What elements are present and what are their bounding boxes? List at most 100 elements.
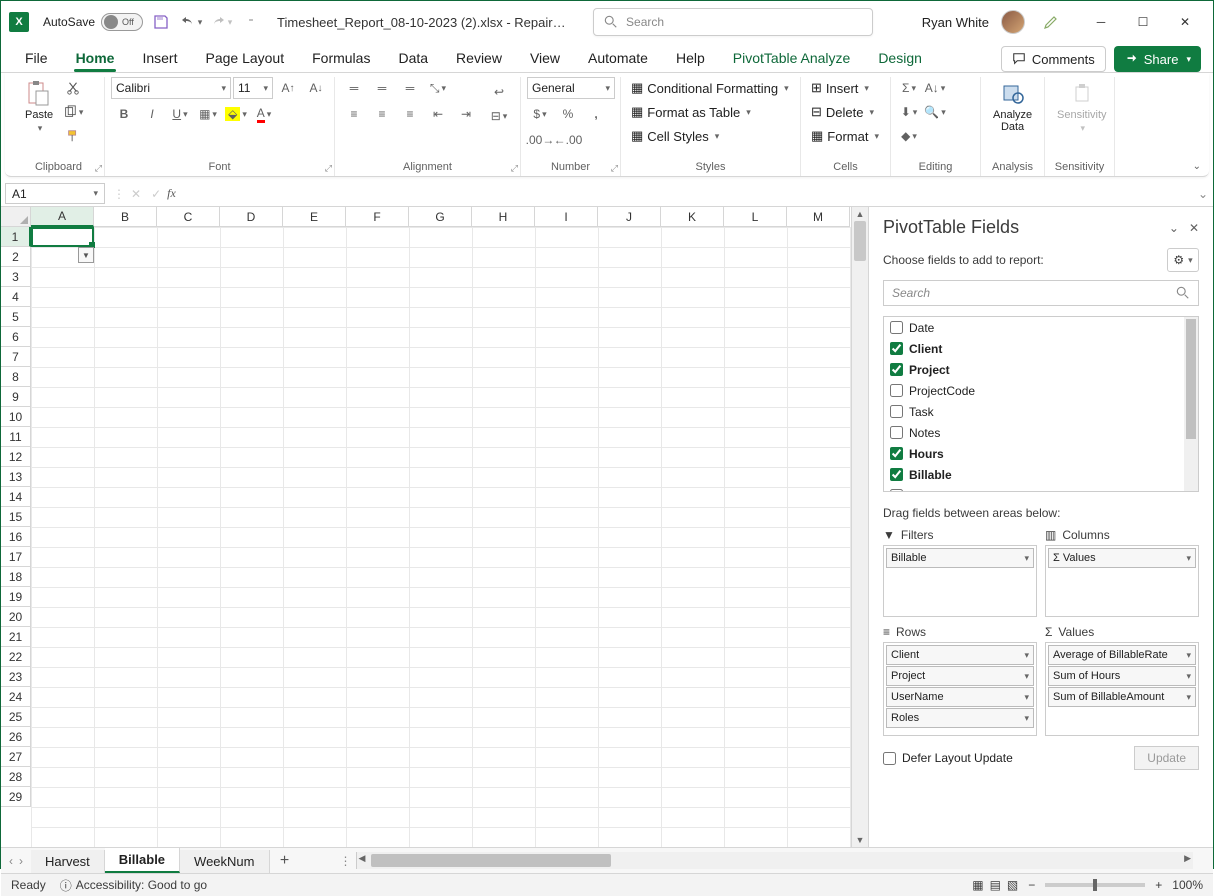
chevron-down-icon[interactable]: ▾ [1186,692,1191,703]
row-header[interactable]: 7 [1,347,31,367]
fill-icon[interactable]: ⬇▾ [897,101,921,123]
maximize-button[interactable]: ☐ [1123,8,1163,36]
page-break-view-icon[interactable]: ▧ [1007,878,1018,892]
chevron-down-icon[interactable]: ▾ [1186,650,1191,661]
zoom-level[interactable]: 100% [1172,878,1203,892]
align-center-icon[interactable]: ≡ [369,103,395,125]
area-item[interactable]: Project▾ [886,666,1034,686]
field-row[interactable]: Billable [884,464,1184,485]
save-icon[interactable] [149,10,173,34]
sheet-tab[interactable]: WeekNum [180,850,269,873]
row-header[interactable]: 22 [1,647,31,667]
sensitivity-button[interactable]: Sensitivity ▾ [1051,77,1113,136]
field-row[interactable]: Task [884,401,1184,422]
page-layout-view-icon[interactable]: ▤ [990,878,1001,892]
field-row[interactable]: Project [884,359,1184,380]
field-row[interactable]: Notes [884,422,1184,443]
area-item[interactable]: Roles▾ [886,708,1034,728]
chevron-down-icon[interactable]: ▾ [1024,671,1029,682]
autosum-icon[interactable]: Σ▾ [897,77,921,99]
sheet-options-icon[interactable]: ⋮ [340,854,352,868]
autosave-toggle[interactable]: Off [101,13,143,31]
decrease-indent-icon[interactable]: ⇤ [425,103,451,125]
row-header[interactable]: 11 [1,427,31,447]
clear-icon[interactable]: ◆▾ [897,125,921,147]
column-header[interactable]: E [283,207,346,227]
sort-filter-icon[interactable]: A↓▾ [923,77,947,99]
row-header[interactable]: 20 [1,607,31,627]
pane-settings-button[interactable]: ⚙▾ [1167,248,1199,272]
columns-area[interactable]: Σ Values▾ [1045,545,1199,617]
field-checkbox[interactable] [890,489,903,492]
update-button[interactable]: Update [1134,746,1199,770]
values-area[interactable]: Average of BillableRate▾Sum of Hours▾Sum… [1045,642,1199,736]
field-checkbox[interactable] [890,363,903,376]
row-header[interactable]: 8 [1,367,31,387]
horizontal-scrollbar[interactable]: ◀ ▶ [356,852,1194,869]
close-button[interactable]: ✕ [1165,8,1205,36]
sheet-tab[interactable]: Billable [105,848,180,873]
formula-input[interactable] [180,181,1193,206]
column-header[interactable]: C [157,207,220,227]
align-top-icon[interactable]: ═ [341,77,367,99]
align-right-icon[interactable]: ≡ [397,103,423,125]
column-header[interactable]: I [535,207,598,227]
format-cells-button[interactable]: ▦Format▾ [807,125,883,147]
clipboard-launcher-icon[interactable]: ⤢ [95,163,102,174]
align-middle-icon[interactable]: ═ [369,77,395,99]
row-header[interactable]: 12 [1,447,31,467]
area-item[interactable]: UserName▾ [886,687,1034,707]
font-color-button[interactable]: A▾ [251,103,277,125]
tab-page-layout[interactable]: Page Layout [193,44,296,72]
column-header[interactable]: J [598,207,661,227]
wrap-text-icon[interactable]: ↩ [484,81,514,103]
row-header[interactable]: 10 [1,407,31,427]
column-header[interactable]: F [346,207,409,227]
underline-button[interactable]: U▾ [167,103,193,125]
zoom-in-button[interactable]: + [1155,878,1162,892]
chevron-down-icon[interactable]: ▾ [1024,692,1029,703]
enter-formula-icon[interactable]: ✓ [147,187,165,201]
active-cell[interactable] [31,227,94,247]
name-box[interactable]: A1▾ [5,183,105,204]
area-item[interactable]: Client▾ [886,645,1034,665]
scroll-down-icon[interactable]: ▼ [852,833,868,847]
tab-home[interactable]: Home [64,44,127,72]
copy-icon[interactable]: ▾ [61,101,85,123]
field-checkbox[interactable] [890,342,903,355]
cancel-formula-icon[interactable]: ✕ [127,187,145,201]
increase-indent-icon[interactable]: ⇥ [453,103,479,125]
filters-area[interactable]: Billable▾ [883,545,1037,617]
row-header[interactable]: 4 [1,287,31,307]
area-item[interactable]: Average of BillableRate▾ [1048,645,1196,665]
pen-icon[interactable] [1039,10,1063,34]
tab-view[interactable]: View [518,44,572,72]
row-header[interactable]: 6 [1,327,31,347]
row-header[interactable]: 17 [1,547,31,567]
tab-formulas[interactable]: Formulas [300,44,382,72]
scroll-up-icon[interactable]: ▲ [852,207,868,221]
column-header[interactable]: B [94,207,157,227]
qat-customize-icon[interactable]: ⁼ [239,10,263,34]
chevron-down-icon[interactable]: ▾ [1024,650,1029,661]
add-sheet-button[interactable]: + [270,848,300,873]
field-row[interactable]: Hours [884,443,1184,464]
field-row[interactable]: Date [884,317,1184,338]
row-header[interactable]: 13 [1,467,31,487]
column-header[interactable]: K [661,207,724,227]
percent-format-icon[interactable]: % [555,103,581,125]
cell-styles-button[interactable]: ▦Cell Styles▾ [627,125,723,147]
field-checkbox[interactable] [890,468,903,481]
tab-help[interactable]: Help [664,44,717,72]
collapse-ribbon-icon[interactable]: ⌄ [1193,161,1201,172]
row-header[interactable]: 2 [1,247,31,267]
fx-icon[interactable]: fx [167,186,176,201]
row-header[interactable]: 23 [1,667,31,687]
pane-close-icon[interactable]: ✕ [1189,221,1199,235]
align-left-icon[interactable]: ≡ [341,103,367,125]
tab-pivottable-analyze[interactable]: PivotTable Analyze [721,44,863,72]
undo-icon[interactable]: ▾ [179,10,203,34]
defer-layout-checkbox[interactable]: Defer Layout Update [883,751,1013,765]
cell-filter-dropdown-icon[interactable]: ▼ [78,247,94,263]
row-header[interactable]: 14 [1,487,31,507]
